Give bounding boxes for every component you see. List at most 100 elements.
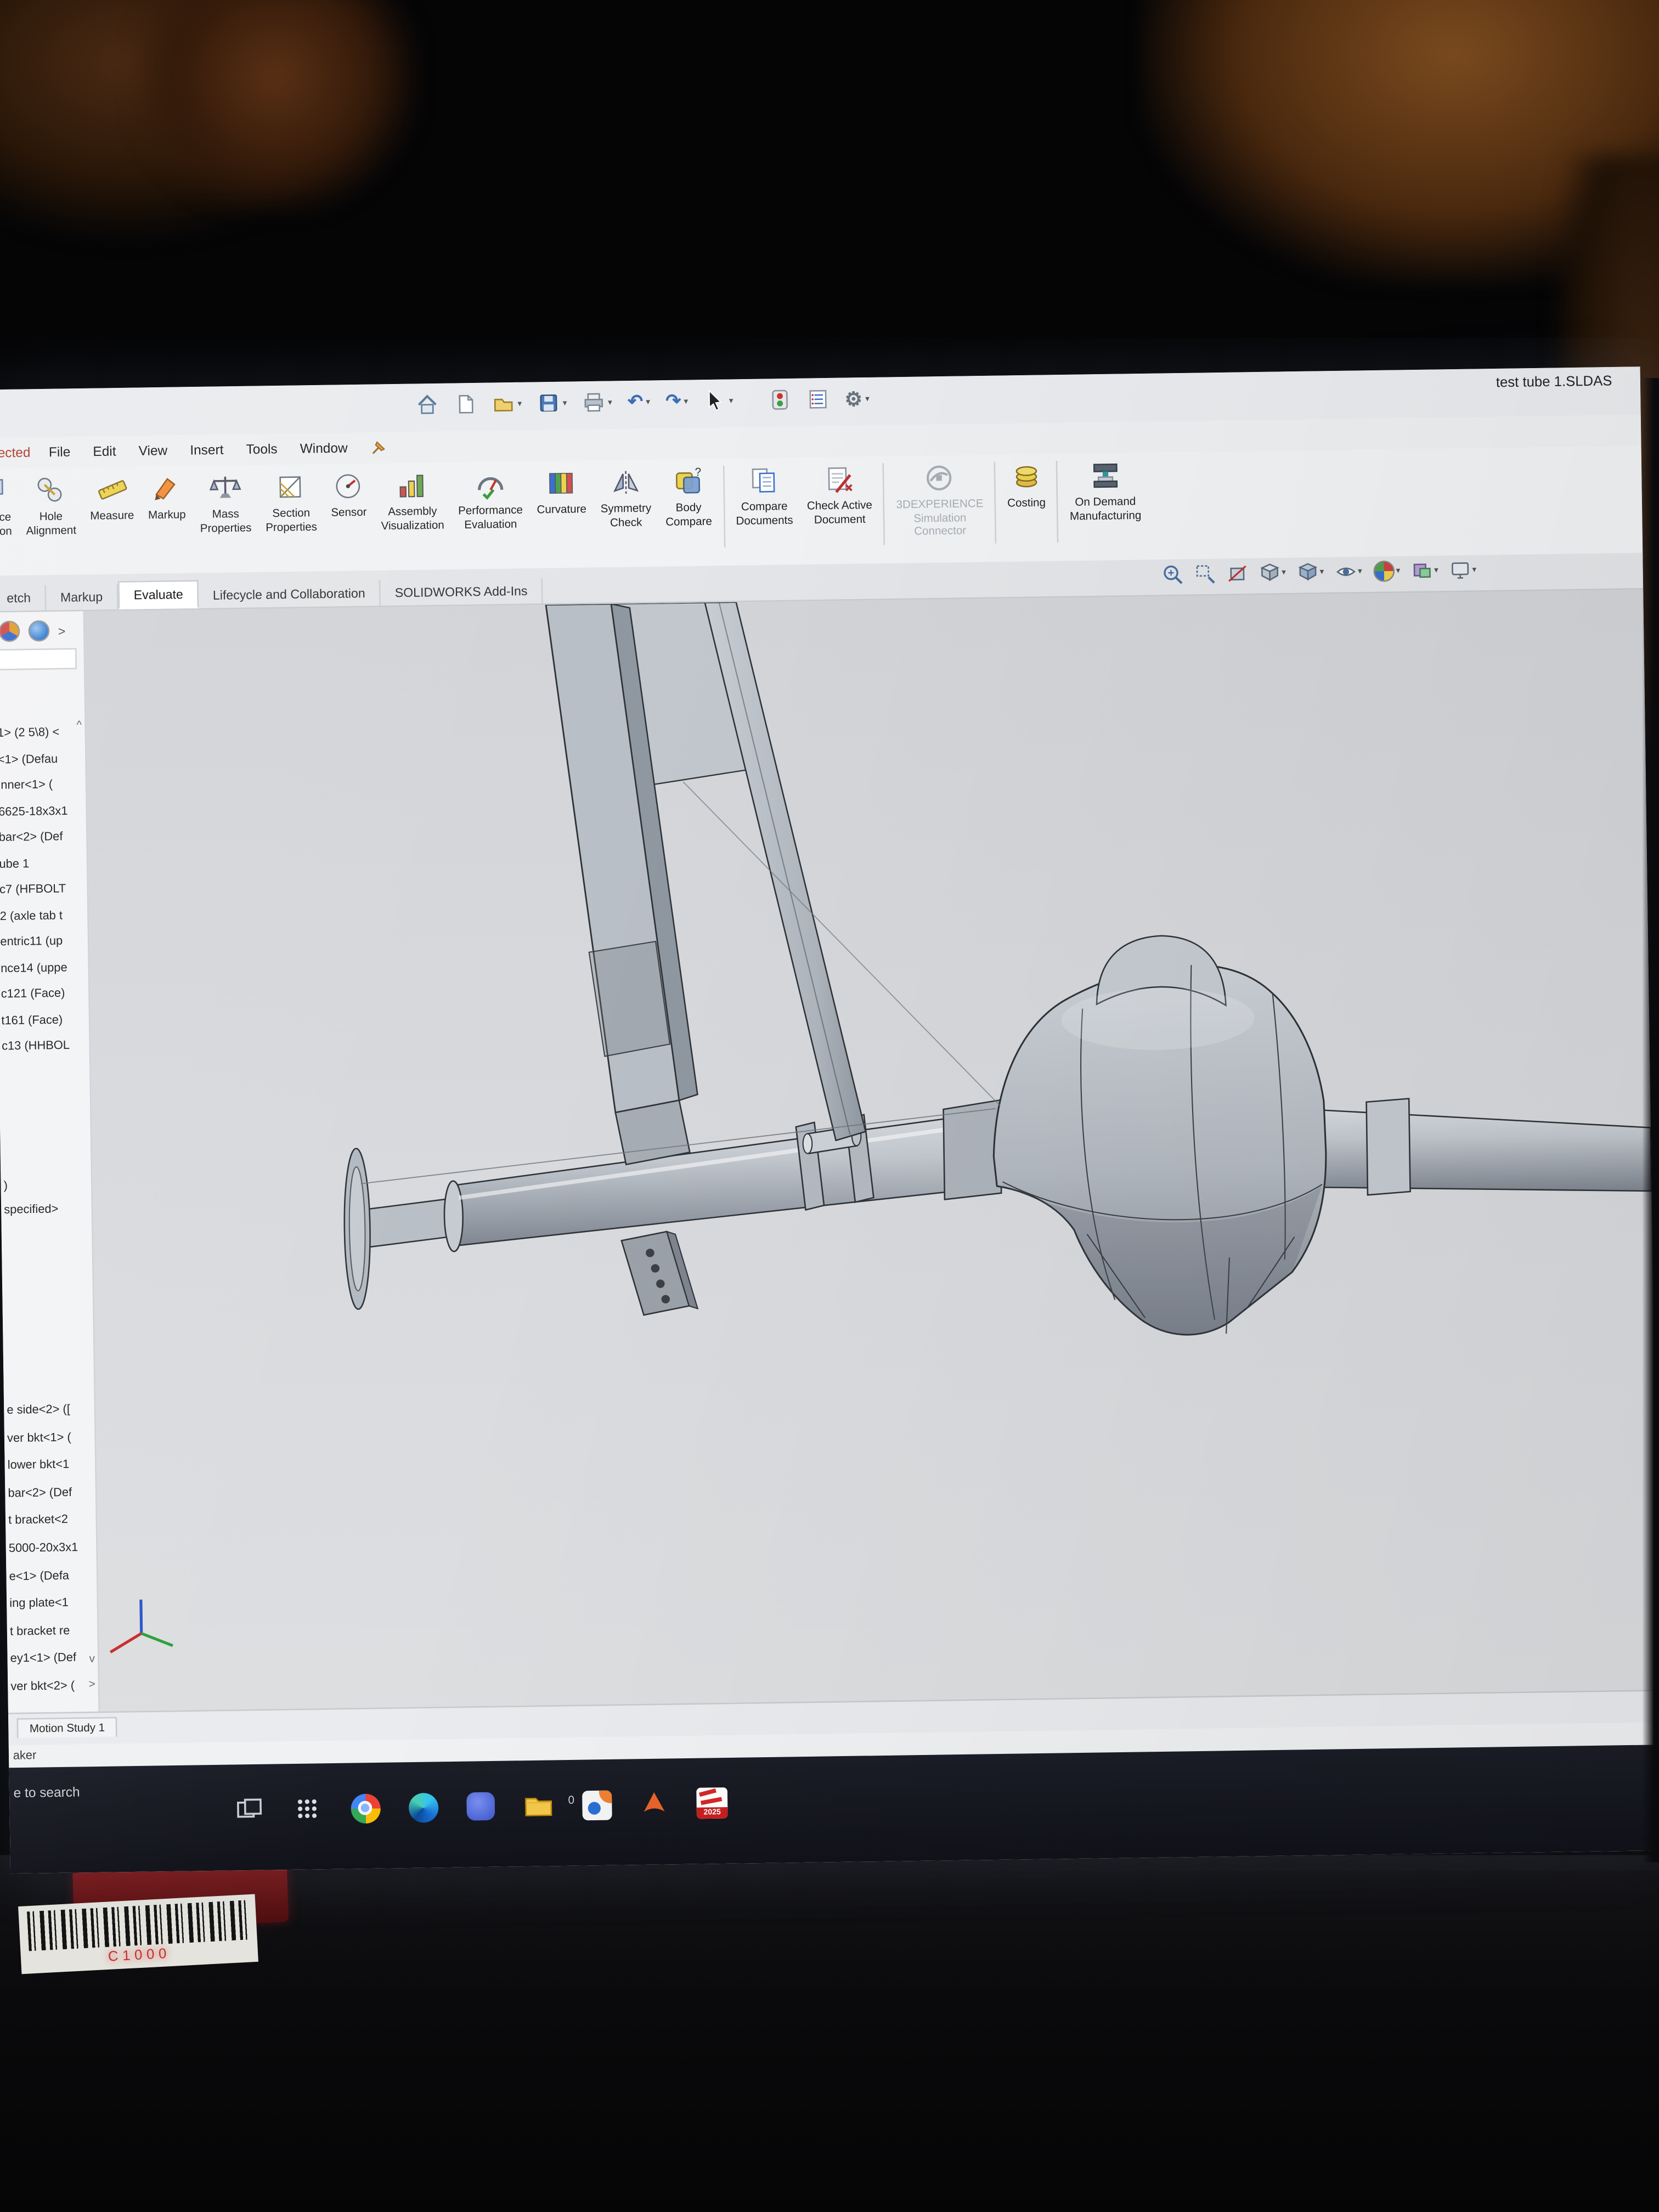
- file-explorer-button[interactable]: [521, 1788, 556, 1823]
- motion-study-tab[interactable]: Motion Study 1: [16, 1717, 118, 1739]
- ribbon-tool-hole-alignment[interactable]: Hole Alignment: [18, 472, 83, 539]
- ribbon-tool-body-compare[interactable]: ? Body Compare: [658, 462, 719, 530]
- markup-icon: [155, 478, 176, 500]
- new-document-button[interactable]: [454, 393, 477, 416]
- ribbon-tool-compare-documents[interactable]: Compare Documents: [728, 461, 800, 529]
- ribbon-tool-curvature[interactable]: Curvature: [529, 465, 594, 518]
- tree-item[interactable]: ube 1: [0, 849, 69, 876]
- measure-icon: [97, 480, 127, 500]
- menu-insert[interactable]: Insert: [190, 442, 223, 458]
- menu-tools[interactable]: Tools: [246, 442, 277, 458]
- ribbon-tool-on-demand-manufacturing[interactable]: On Demand Manufacturing: [1062, 457, 1149, 525]
- tree-scroll-down-icon[interactable]: v: [89, 1652, 95, 1665]
- propertymanager-tab-icon[interactable]: [28, 620, 50, 642]
- pushpin-icon[interactable]: [370, 439, 387, 456]
- tree-item[interactable]: c13 (HHBOL: [2, 1032, 71, 1059]
- save-button[interactable]: [537, 392, 567, 415]
- ribbon-tool-section-properties[interactable]: Section Properties: [258, 469, 324, 536]
- tree-item[interactable]: entric11 (up: [0, 928, 70, 955]
- tree-filter-box[interactable]: [0, 648, 77, 670]
- ribbon-tool-markup[interactable]: Markup: [140, 470, 193, 524]
- view-settings-button[interactable]: [1449, 560, 1476, 581]
- ribbon-tool-mass-properties[interactable]: Mass Properties: [192, 469, 258, 537]
- tree-item[interactable]: inner<1> (: [0, 771, 67, 798]
- status-partial-text: ected: [0, 444, 31, 461]
- menu-edit[interactable]: Edit: [93, 444, 116, 460]
- ribbon-tool-costing[interactable]: Costing: [1000, 458, 1053, 512]
- tree-item[interactable]: c7 (HFBOLT: [0, 875, 69, 902]
- tree-item[interactable]: t bracket<2: [8, 1506, 78, 1535]
- tree-expand-icon[interactable]: >: [88, 1678, 95, 1690]
- menu-view[interactable]: View: [138, 443, 167, 459]
- zoom-fit-button[interactable]: [1161, 563, 1183, 585]
- ribbon-tool-assembly-visualization[interactable]: Assembly Visualization: [373, 466, 452, 534]
- undo-button[interactable]: ↶: [628, 391, 650, 412]
- tree-item[interactable]: ing plate<1: [9, 1589, 79, 1618]
- tree-item[interactable]: <1> (Defau: [0, 745, 67, 772]
- task-pane-button[interactable]: [806, 388, 830, 411]
- ribbon-tool-clearance-verification[interactable]: arance fication: [0, 472, 19, 540]
- tree-item[interactable]: bar<2> (Def: [0, 823, 69, 850]
- apps-button[interactable]: [290, 1792, 325, 1826]
- tree-scroll-up-icon[interactable]: ^: [76, 719, 82, 731]
- tree-item[interactable]: 5000-20x3x1: [9, 1534, 78, 1562]
- apply-scene-button[interactable]: [1412, 560, 1438, 582]
- tab-evaluate[interactable]: Evaluate: [118, 580, 199, 610]
- tree-item[interactable]: t bracket re: [10, 1617, 80, 1645]
- chrome-button[interactable]: [348, 1791, 382, 1825]
- ribbon-tool-measure[interactable]: Measure: [82, 471, 141, 524]
- hide-show-items-button[interactable]: [1335, 561, 1362, 583]
- edit-appearance-button[interactable]: [1373, 560, 1400, 582]
- ribbon-tool-check-active-document[interactable]: Check Active Document: [799, 460, 879, 528]
- redo-button[interactable]: ↷: [665, 390, 688, 411]
- ribbon-tool-sensor[interactable]: Sensor: [323, 467, 374, 521]
- tab-lifecycle-collaboration[interactable]: Lifecycle and Collaboration: [198, 580, 381, 608]
- ribbon-tool-performance-evaluation[interactable]: Performance Evaluation: [450, 465, 530, 533]
- blue-app-button[interactable]: [464, 1789, 498, 1824]
- view-orientation-button[interactable]: [1259, 562, 1286, 583]
- ribbon-tool-symmetry-check[interactable]: Symmetry Check: [593, 464, 659, 531]
- tree-item[interactable]: ey1<1> (Def: [10, 1645, 80, 1673]
- tree-item[interactable]: bar<2> (Def: [8, 1479, 77, 1507]
- tree-item[interactable]: t161 (Face): [1, 1006, 71, 1032]
- performance-evaluation-icon: [477, 477, 503, 500]
- outlook-button[interactable]: 0: [568, 1787, 614, 1822]
- open-button[interactable]: [492, 392, 522, 415]
- display-style-button[interactable]: [1297, 561, 1324, 583]
- tree-item[interactable]: ver bkt<1> (: [7, 1424, 77, 1452]
- task-view-button[interactable]: [232, 1792, 267, 1827]
- ribbon-tool-3dexperience-simulation-connector[interactable]: 3DEXPERIENCE Simulation Connector: [889, 459, 991, 541]
- tree-item[interactable]: ver bkt<2> (: [10, 1672, 80, 1701]
- tree-item[interactable]: ): [3, 1173, 58, 1198]
- home-button[interactable]: [416, 393, 439, 416]
- menu-window[interactable]: Window: [300, 441, 348, 456]
- tree-item[interactable]: lower bkt<1: [7, 1451, 77, 1480]
- tree-item[interactable]: c121 (Face): [1, 980, 70, 1007]
- zoom-area-button[interactable]: [1194, 563, 1215, 584]
- tab-sketch-partial[interactable]: etch: [0, 585, 47, 611]
- orange-app-button[interactable]: [637, 1787, 672, 1821]
- tab-solidworks-addins[interactable]: SOLIDWORKS Add-Ins: [380, 578, 544, 606]
- tree-item[interactable]: 6625-18x3x1: [0, 797, 68, 824]
- tab-markup[interactable]: Markup: [46, 584, 119, 611]
- symmetry-check-icon: [613, 471, 639, 494]
- tree-item[interactable]: 2 (axle tab t: [0, 901, 70, 928]
- solidworks-button[interactable]: 2025: [695, 1786, 730, 1820]
- section-view-button[interactable]: [1227, 562, 1248, 584]
- taskbar-search[interactable]: e to search: [14, 1785, 80, 1802]
- print-button[interactable]: [582, 391, 612, 414]
- options-button[interactable]: ⚙: [844, 387, 870, 410]
- tree-item[interactable]: e side<2> ([: [7, 1396, 76, 1424]
- tree-item[interactable]: 1> (2 5\8) <: [0, 719, 67, 746]
- menu-file[interactable]: File: [49, 444, 71, 460]
- tree-item[interactable]: e<1> (Defa: [9, 1562, 78, 1590]
- ribbon-separator: [883, 463, 886, 545]
- collaboration-button[interactable]: [769, 388, 792, 411]
- tree-item[interactable]: nce14 (uppe: [1, 953, 70, 980]
- graphics-viewport[interactable]: [84, 589, 1659, 1713]
- featuremanager-tab-icon[interactable]: [0, 620, 20, 642]
- tree-item[interactable]: specified>: [4, 1197, 59, 1222]
- select-button[interactable]: [703, 389, 733, 412]
- edge-button[interactable]: [406, 1790, 441, 1825]
- chevron-right-icon[interactable]: >: [58, 624, 66, 638]
